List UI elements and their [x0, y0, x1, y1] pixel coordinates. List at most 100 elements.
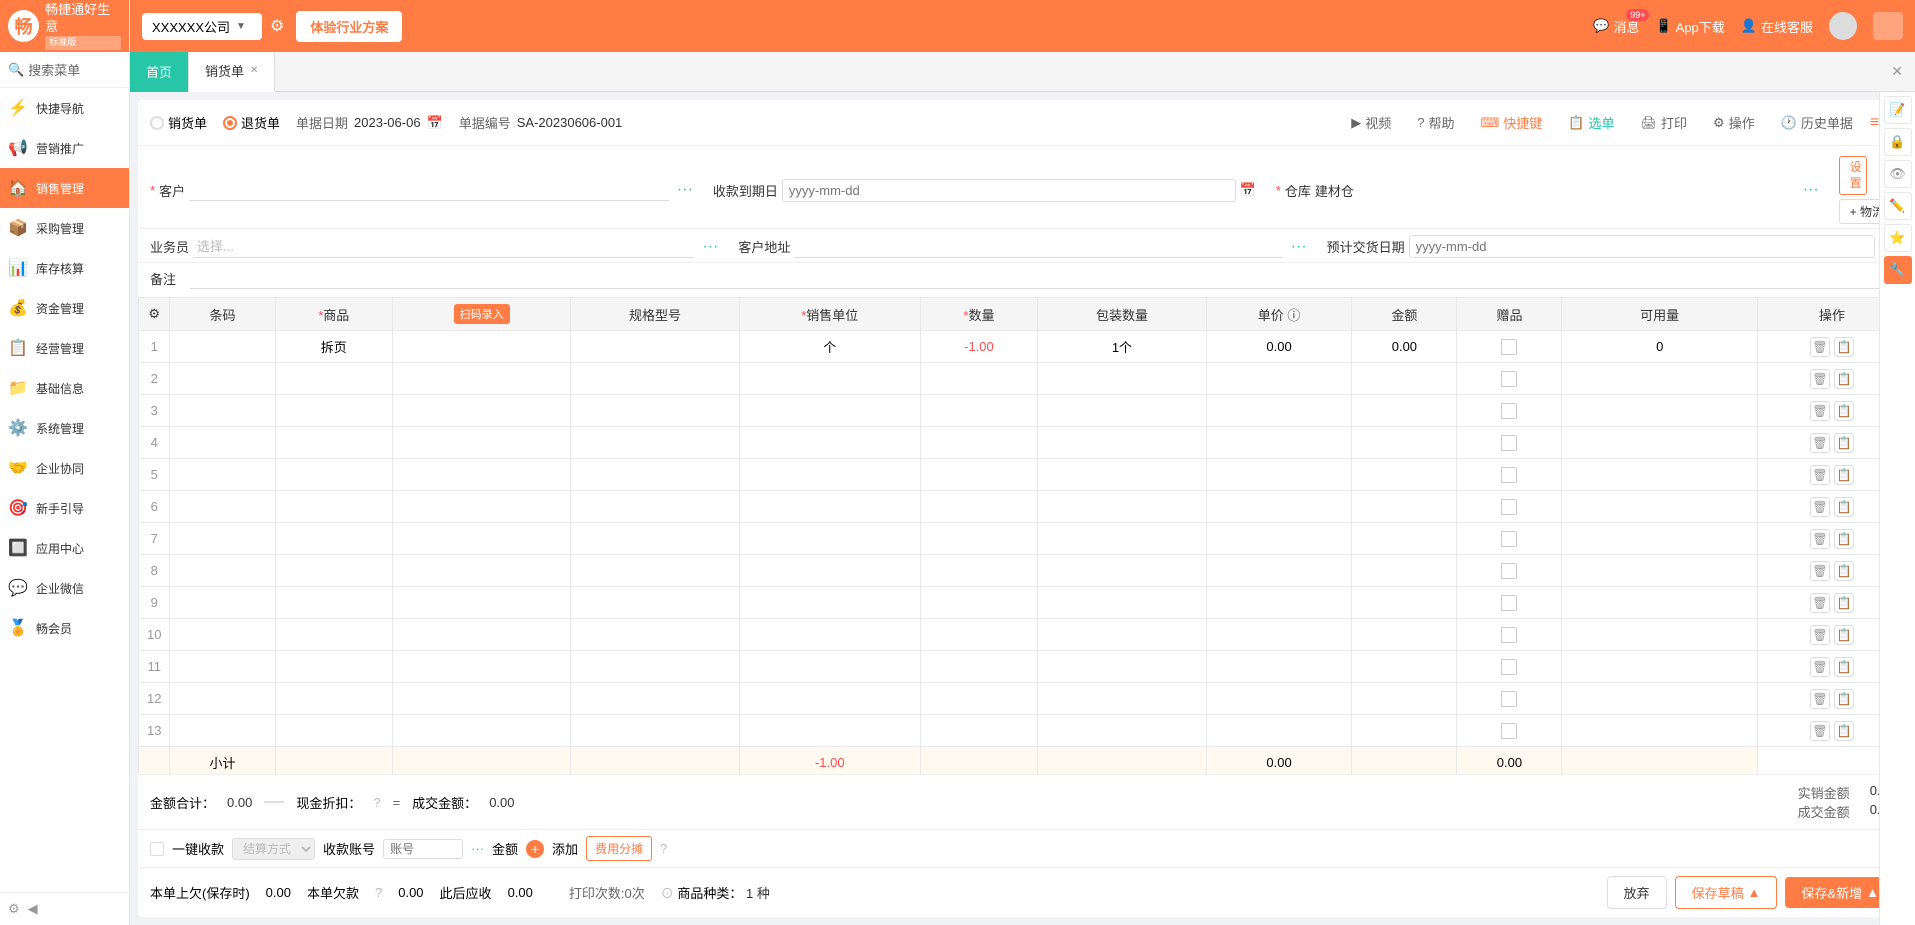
sidebar-item-app-center[interactable]: 🔲 应用中心	[0, 528, 129, 568]
delete-btn-8[interactable]: 🗑	[1810, 561, 1830, 581]
right-panel-icon-2[interactable]: 🔒	[1884, 128, 1912, 156]
customer-input[interactable]	[189, 179, 669, 201]
right-panel-icon-5[interactable]: ⭐	[1884, 224, 1912, 252]
customer-addr-icon[interactable]: ···	[1291, 238, 1307, 256]
settle-method-select[interactable]: 结算方式	[232, 838, 315, 860]
copy-btn-13[interactable]: 📋	[1834, 721, 1854, 741]
list-view-icon[interactable]: ≡	[1870, 114, 1879, 132]
delete-btn-9[interactable]: 🗑	[1810, 593, 1830, 613]
delete-btn-7[interactable]: 🗑	[1810, 529, 1830, 549]
customer-addr-input[interactable]	[794, 236, 1282, 258]
tab-home[interactable]: 首页	[130, 52, 189, 92]
customer-select-icon[interactable]: ···	[677, 181, 693, 199]
salesperson-select-icon[interactable]: ···	[702, 238, 718, 256]
salesperson-input[interactable]	[193, 236, 694, 258]
scan-button[interactable]: 扫码录入	[454, 304, 510, 324]
right-panel-icon-4[interactable]: ✏️	[1884, 192, 1912, 220]
sidebar-item-guide[interactable]: 🎯 新手引导	[0, 488, 129, 528]
copy-btn-11[interactable]: 📋	[1834, 657, 1854, 677]
cell-spec-1[interactable]	[571, 331, 740, 363]
cell-price-1[interactable]: 0.00	[1206, 331, 1352, 363]
avatar[interactable]	[1829, 12, 1857, 40]
sidebar-item-wechat[interactable]: 💬 企业微信	[0, 568, 129, 608]
messages-button[interactable]: 💬 消息 99+	[1593, 17, 1639, 36]
notes-input[interactable]	[190, 267, 1895, 289]
video-btn[interactable]: ▶ 视频	[1342, 108, 1400, 137]
delete-btn-5[interactable]: 🗑	[1810, 465, 1830, 485]
sidebar-item-purchase[interactable]: 📦 采购管理	[0, 208, 129, 248]
settings-icon[interactable]: ⚙	[270, 16, 284, 36]
delete-btn-10[interactable]: 🗑	[1810, 625, 1830, 645]
shortcut-btn[interactable]: ⌨ 快捷键	[1472, 108, 1552, 137]
copy-btn-2[interactable]: 📋	[1834, 369, 1854, 389]
right-panel-icon-3[interactable]: 👁	[1884, 160, 1912, 188]
sidebar-item-quick-nav[interactable]: ⚡ 快捷导航	[0, 88, 129, 128]
dots-icon[interactable]: ···	[471, 841, 484, 856]
right-panel-icon-1[interactable]: 📝	[1884, 96, 1912, 124]
collapse-icon[interactable]: ◀	[28, 901, 38, 917]
warehouse-select-icon[interactable]: ···	[1803, 181, 1819, 199]
history-btn[interactable]: 🕐 历史单据	[1772, 108, 1862, 137]
sidebar-item-member[interactable]: 🏅 畅会员	[0, 608, 129, 648]
delete-btn-6[interactable]: 🗑	[1810, 497, 1830, 517]
delivery-date-input[interactable]	[1409, 235, 1875, 258]
sidebar-item-basic-info[interactable]: 📁 基础信息	[0, 368, 129, 408]
one-click-pay-checkbox[interactable]	[150, 842, 164, 856]
radio-sales-order[interactable]: 销货单	[150, 113, 207, 132]
close-all-icon[interactable]: ✕	[1891, 63, 1903, 80]
copy-btn-9[interactable]: 📋	[1834, 593, 1854, 613]
calendar-icon[interactable]: 📅	[427, 115, 443, 131]
app-download-button[interactable]: 📱 App下载	[1655, 17, 1724, 36]
delete-btn-2[interactable]: 🗑	[1810, 369, 1830, 389]
copy-btn-4[interactable]: 📋	[1834, 433, 1854, 453]
discard-button[interactable]: 放弃	[1607, 876, 1667, 909]
tab-close-icon[interactable]: ✕	[250, 65, 258, 76]
radio-return-order[interactable]: 退货单	[223, 113, 280, 132]
copy-btn-12[interactable]: 📋	[1834, 689, 1854, 709]
help-btn[interactable]: ? 帮助	[1408, 108, 1463, 137]
cell-barcode-1[interactable]	[170, 331, 275, 363]
delete-btn-13[interactable]: 🗑	[1810, 721, 1830, 741]
th-settings[interactable]: ⚙	[139, 298, 170, 331]
setup-button[interactable]: 设置	[1839, 156, 1867, 195]
user-info[interactable]	[1873, 12, 1903, 40]
operation-btn[interactable]: ⚙ 操作	[1704, 108, 1764, 137]
th-scan-btn[interactable]: 扫码录入	[392, 298, 570, 331]
delete-btn-1[interactable]: 🗑	[1810, 337, 1830, 357]
delete-btn-11[interactable]: 🗑	[1810, 657, 1830, 677]
account-input[interactable]	[383, 839, 463, 859]
delete-btn-12[interactable]: 🗑	[1810, 689, 1830, 709]
due-date-calendar-icon[interactable]: 📅	[1240, 182, 1256, 198]
delete-btn-4[interactable]: 🗑	[1810, 433, 1830, 453]
copy-btn-3[interactable]: 📋	[1834, 401, 1854, 421]
sidebar-item-system[interactable]: ⚙️ 系统管理	[0, 408, 129, 448]
sidebar-item-marketing[interactable]: 📢 营销推广	[0, 128, 129, 168]
copy-btn-1[interactable]: 📋	[1834, 337, 1854, 357]
trial-button[interactable]: 体验行业方案	[296, 11, 402, 42]
select-btn[interactable]: 📋 选单	[1559, 108, 1623, 137]
cell-qty-1[interactable]: -1.00	[920, 331, 1037, 363]
right-panel-icon-6[interactable]: 🔧	[1884, 256, 1912, 284]
sidebar-item-operations[interactable]: 📋 经营管理	[0, 328, 129, 368]
add-button[interactable]: +	[526, 840, 544, 858]
tab-sales-order[interactable]: 销货单 ✕	[189, 52, 275, 92]
save-draft-button[interactable]: 保存草稿 ▲	[1675, 876, 1778, 909]
copy-btn-7[interactable]: 📋	[1834, 529, 1854, 549]
company-selector[interactable]: XXXXXX公司 ▼	[142, 13, 262, 40]
expense-split-button[interactable]: 费用分摊	[586, 836, 652, 861]
gear-icon[interactable]: ⚙	[8, 901, 20, 917]
sidebar-item-inventory[interactable]: 📊 库存核算	[0, 248, 129, 288]
sidebar-item-enterprise[interactable]: 🤝 企业协同	[0, 448, 129, 488]
copy-btn-6[interactable]: 📋	[1834, 497, 1854, 517]
copy-btn-5[interactable]: 📋	[1834, 465, 1854, 485]
cell-gift-1[interactable]	[1457, 331, 1562, 363]
sidebar-item-sales[interactable]: 🏠 销售管理	[0, 168, 129, 208]
search-menu[interactable]: 🔍 搜索菜单	[0, 52, 129, 88]
sidebar-item-finance[interactable]: 💰 资金管理	[0, 288, 129, 328]
online-service-button[interactable]: 👤 在线客服	[1741, 17, 1813, 36]
print-btn[interactable]: 🖨 打印	[1632, 108, 1697, 137]
copy-btn-10[interactable]: 📋	[1834, 625, 1854, 645]
delete-btn-3[interactable]: 🗑	[1810, 401, 1830, 421]
copy-btn-8[interactable]: 📋	[1834, 561, 1854, 581]
due-date-input[interactable]	[782, 179, 1236, 202]
